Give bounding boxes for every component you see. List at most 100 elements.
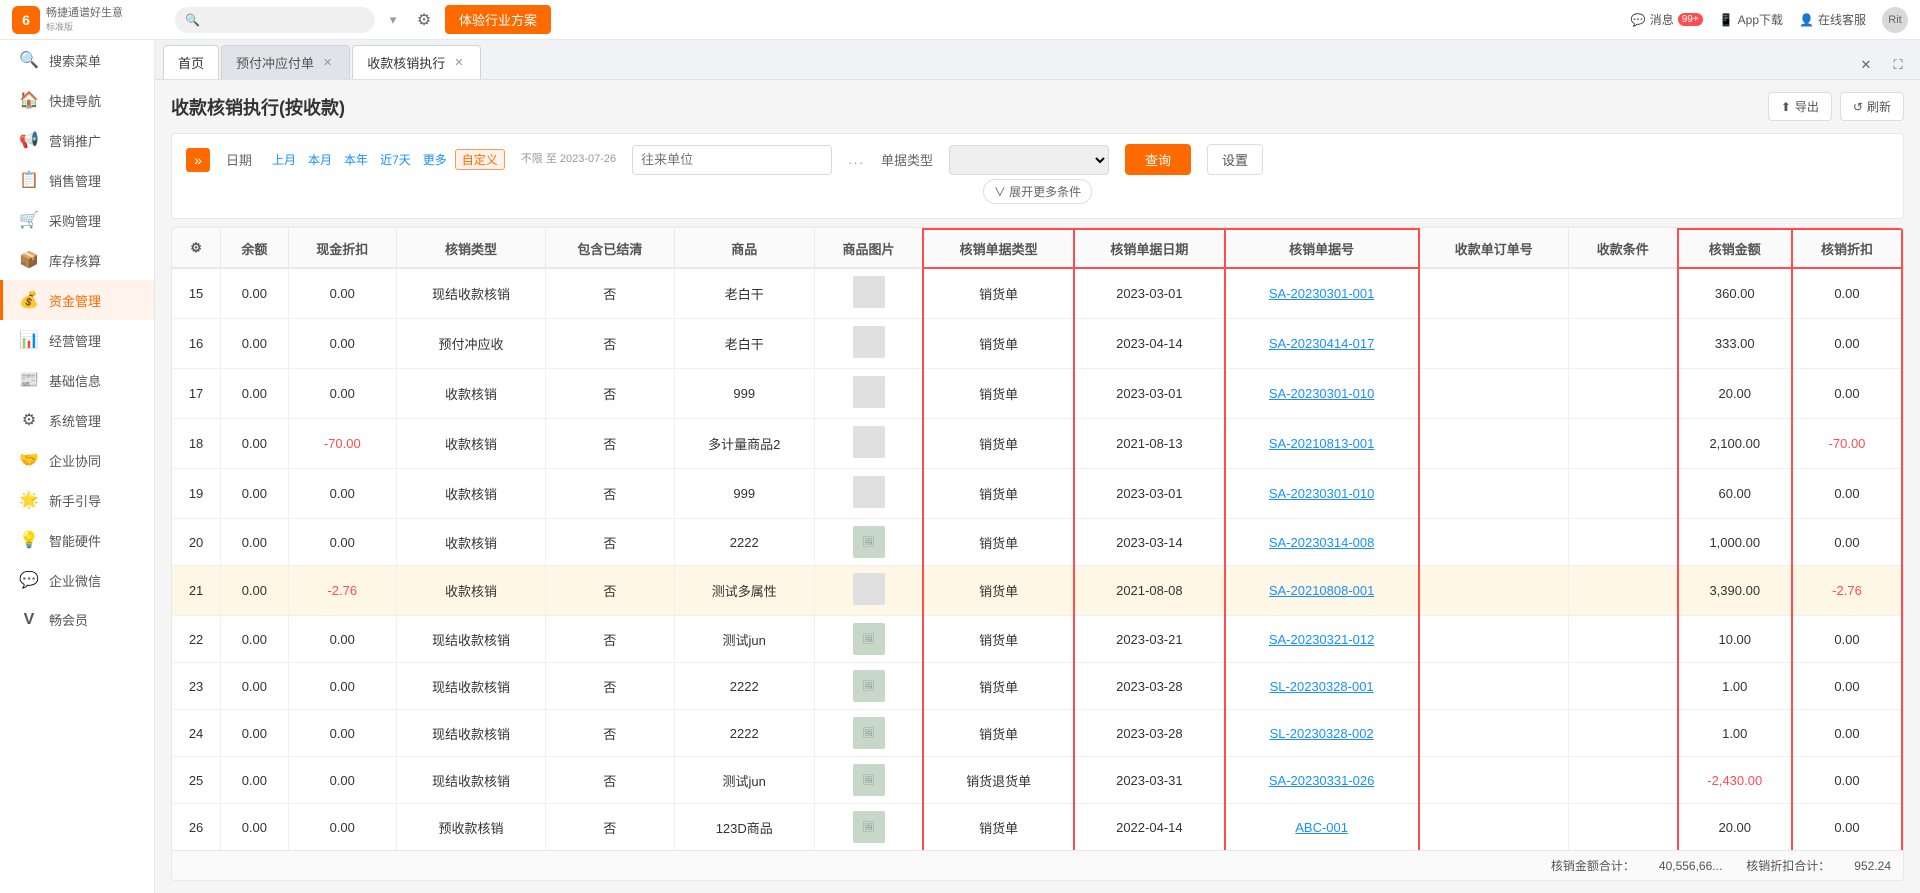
cell-cancel-bill-date: 2023-03-14 — [1074, 519, 1225, 566]
cell-cancel-discount: -70.00 — [1792, 419, 1902, 469]
tab-receipt-cancel-close[interactable]: ✕ — [451, 55, 466, 70]
notification-item[interactable]: 💬 消息 99+ — [1631, 11, 1703, 28]
tab-receipt-cancel[interactable]: 收款核销执行 ✕ — [352, 45, 481, 79]
cell-cash-discount: 0.00 — [288, 319, 396, 369]
cell-cancel-bill-no[interactable]: SA-20230331-026 — [1225, 757, 1419, 804]
cell-product: 老白干 — [674, 268, 814, 319]
from-unit-input[interactable] — [632, 145, 832, 175]
sidebar-item-guide[interactable]: 🌟 新手引导 — [0, 480, 154, 520]
sidebar-item-shortcuts[interactable]: 🏠 快捷导航 — [0, 80, 154, 120]
cell-cancel-bill-type: 销货单 — [923, 804, 1074, 851]
cell-balance: 0.00 — [221, 663, 289, 710]
cell-receipt-order-no — [1419, 519, 1569, 566]
logo-icon: 6 — [12, 6, 40, 34]
cell-seq: 21 — [172, 566, 221, 616]
cell-seq: 24 — [172, 710, 221, 757]
cell-receipt-order-no — [1419, 616, 1569, 663]
export-btn[interactable]: ⬆ 导出 — [1768, 92, 1832, 121]
cell-cancel-bill-type: 销货单 — [923, 319, 1074, 369]
cell-product-image — [814, 469, 923, 519]
sidebar-item-basic[interactable]: 📰 基础信息 — [0, 360, 154, 400]
cell-cancel-bill-no[interactable]: SA-20230301-010 — [1225, 369, 1419, 419]
cell-cash-discount: -70.00 — [288, 419, 396, 469]
col-header-product: 商品 — [674, 229, 814, 268]
cell-cancel-bill-no[interactable]: SL-20230328-002 — [1225, 710, 1419, 757]
trial-btn[interactable]: 体验行业方案 — [445, 5, 551, 34]
sidebar-item-operations[interactable]: 📊 经营管理 — [0, 320, 154, 360]
table-scroll[interactable]: ⚙ 余额 现金折扣 核销类型 包含已结清 商品 商品图片 核销单据类型 核销单据… — [172, 228, 1903, 850]
cell-cancel-bill-no[interactable]: SA-20230301-001 — [1225, 268, 1419, 319]
cell-cancel-bill-no[interactable]: SA-20210813-001 — [1225, 419, 1419, 469]
top-search-bar[interactable]: 🔍 — [175, 7, 375, 33]
cell-cancel-type: 收款核销 — [396, 519, 545, 566]
purchase-icon: 🛒 — [19, 210, 39, 230]
cell-balance: 0.00 — [221, 757, 289, 804]
last-7-days-btn[interactable]: 近7天 — [376, 149, 415, 170]
tab-prepay-close[interactable]: ✕ — [320, 55, 335, 70]
cell-seq: 26 — [172, 804, 221, 851]
page-title: 收款核销执行(按收款) — [171, 94, 345, 120]
sidebar-item-marketing[interactable]: 📢 营销推广 — [0, 120, 154, 160]
sidebar-item-vip[interactable]: V 畅会员 — [0, 600, 154, 639]
sidebar-item-system[interactable]: ⚙ 系统管理 — [0, 400, 154, 440]
cell-cancel-type: 预付冲应收 — [396, 319, 545, 369]
tab-home[interactable]: 首页 — [163, 45, 219, 79]
refresh-btn[interactable]: ↺ 刷新 — [1840, 92, 1904, 121]
cell-cancel-bill-date: 2023-03-28 — [1074, 663, 1225, 710]
custom-date-btn[interactable]: 自定义 — [455, 149, 505, 170]
online-service-item[interactable]: 👤 在线客服 — [1799, 11, 1866, 28]
sidebar-item-purchase[interactable]: 🛒 采购管理 — [0, 200, 154, 240]
cell-product: 2222 — [674, 519, 814, 566]
sidebar-item-wechat[interactable]: 💬 企业微信 — [0, 560, 154, 600]
this-year-btn[interactable]: 本年 — [340, 149, 372, 170]
query-btn[interactable]: 查询 — [1125, 144, 1191, 175]
expand-conditions-btn[interactable]: ∨ 展开更多条件 — [983, 179, 1092, 204]
filter-bar: » 日期 上月 本月 本年 近7天 更多 自定义 不限 至 2023-07-26 — [171, 133, 1904, 219]
table-header-row: ⚙ 余额 现金折扣 核销类型 包含已结清 商品 商品图片 核销单据类型 核销单据… — [172, 229, 1902, 268]
tab-prepay[interactable]: 预付冲应付单 ✕ — [221, 45, 350, 79]
last-month-btn[interactable]: 上月 — [268, 149, 300, 170]
user-info[interactable]: Rit — [1882, 7, 1908, 33]
dropdown-icon[interactable]: ▾ — [383, 10, 403, 30]
this-month-btn[interactable]: 本月 — [304, 149, 336, 170]
no-limit-label: 不限 至 2023-07-26 — [521, 152, 616, 167]
tab-expand-btn[interactable]: ⛶ — [1884, 51, 1912, 79]
filter-dots: ... — [848, 152, 865, 167]
cell-cancel-bill-no[interactable]: SA-20230414-017 — [1225, 319, 1419, 369]
sidebar-item-search[interactable]: 🔍 搜索菜单 — [0, 40, 154, 80]
cell-cancel-bill-date: 2023-03-01 — [1074, 469, 1225, 519]
tab-close-all-btn[interactable]: ✕ — [1852, 51, 1880, 79]
cell-cash-discount: 0.00 — [288, 804, 396, 851]
cell-cancel-bill-no[interactable]: SA-20210808-001 — [1225, 566, 1419, 616]
more-date-btn[interactable]: 更多 — [419, 149, 451, 170]
product-image: 🖼 — [853, 623, 885, 655]
cell-cancel-bill-no[interactable]: SA-20230301-010 — [1225, 469, 1419, 519]
sidebar-label-vip: 畅会员 — [49, 610, 88, 629]
cell-cancel-bill-no[interactable]: SL-20230328-001 — [1225, 663, 1419, 710]
sidebar-item-enterprise[interactable]: 🤝 企业协同 — [0, 440, 154, 480]
sidebar-item-inventory[interactable]: 📦 库存核算 — [0, 240, 154, 280]
cell-cancel-bill-no[interactable]: ABC-001 — [1225, 804, 1419, 851]
cell-receipt-order-no — [1419, 710, 1569, 757]
cell-cancel-bill-date: 2023-03-21 — [1074, 616, 1225, 663]
sidebar-item-hardware[interactable]: 💡 智能硬件 — [0, 520, 154, 560]
filter-expand-btn[interactable]: » — [186, 148, 210, 172]
cell-cancel-discount: 0.00 — [1792, 804, 1902, 851]
col-header-include-settled: 包含已结清 — [546, 229, 675, 268]
settings-icon[interactable]: ⚙ — [411, 7, 437, 33]
cell-cancel-bill-no[interactable]: SA-20230314-008 — [1225, 519, 1419, 566]
footer-total-discount: 952.24 — [1854, 859, 1891, 873]
cell-cancel-bill-type: 销货单 — [923, 469, 1074, 519]
cell-cancel-amount: 60.00 — [1678, 469, 1792, 519]
phone-icon: 📱 — [1719, 13, 1734, 27]
cell-cancel-bill-no[interactable]: SA-20230321-012 — [1225, 616, 1419, 663]
app-download-item[interactable]: 📱 App下载 — [1719, 11, 1783, 28]
cell-cancel-bill-type: 销货单 — [923, 268, 1074, 319]
filter-settings-btn[interactable]: 设置 — [1207, 144, 1263, 175]
tab-bar: 首页 预付冲应付单 ✕ 收款核销执行 ✕ ✕ ⛶ — [155, 40, 1920, 80]
cell-cancel-discount: 0.00 — [1792, 663, 1902, 710]
sidebar-item-sales[interactable]: 📋 销售管理 — [0, 160, 154, 200]
cell-product-image: 🖼 — [814, 804, 923, 851]
bill-type-select[interactable] — [949, 145, 1109, 175]
sidebar-item-finance[interactable]: 💰 资金管理 — [0, 280, 154, 320]
